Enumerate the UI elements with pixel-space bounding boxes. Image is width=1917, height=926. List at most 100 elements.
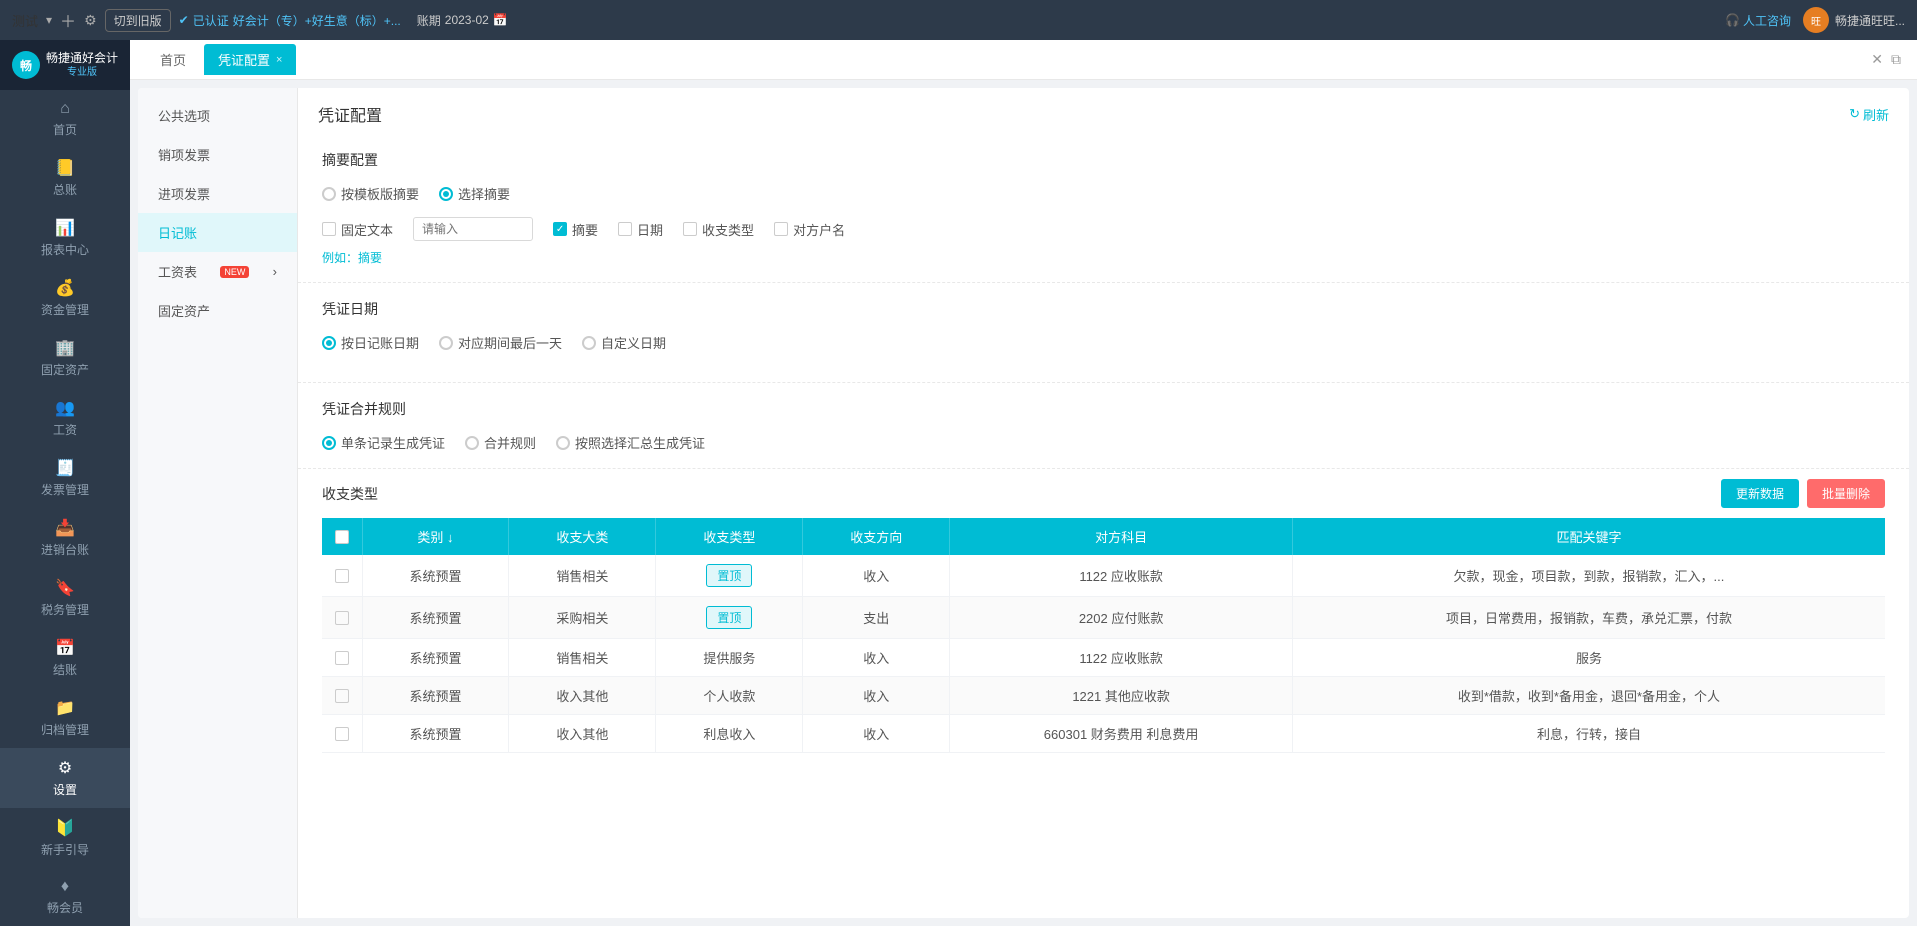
radio-circle-single	[322, 436, 336, 450]
sidebar-item-archive[interactable]: 📁 归档管理	[0, 688, 130, 748]
radio-single[interactable]: 单条记录生成凭证	[322, 433, 445, 452]
income-expense-title: 收支类型	[322, 484, 378, 504]
topbar-gear-icon[interactable]: ⚙	[84, 12, 97, 29]
th-checkbox[interactable]	[322, 518, 362, 555]
sidebar-item-tax[interactable]: 🔖 税务管理	[0, 568, 130, 628]
merge-radio-group: 单条记录生成凭证 合并规则 按照选择汇总生成凭证	[322, 433, 1885, 452]
cell-direction: 收入	[803, 677, 950, 715]
topbar-period: 账期 2023-02 📅	[417, 12, 508, 29]
sidebar-item-ledger[interactable]: 📒 总账	[0, 148, 130, 208]
left-nav-payroll-sheet[interactable]: 工资表 NEW ›	[138, 252, 297, 291]
tabs-close-button[interactable]: ✕	[1871, 51, 1883, 68]
checkbox-counterparty[interactable]: 对方户名	[774, 220, 845, 239]
row-checkbox[interactable]	[322, 715, 362, 753]
row-checkbox[interactable]	[322, 597, 362, 639]
left-nav-purchase-invoice[interactable]: 进项发票	[138, 174, 297, 213]
funds-icon: 💰	[55, 278, 75, 298]
left-nav-public[interactable]: 公共选项	[138, 96, 297, 135]
page-content: 公共选项 销项发票 进项发票 日记账 工资表 NEW › 固定资产	[138, 88, 1909, 918]
topbar-dropdown-icon[interactable]: ▾	[46, 13, 52, 27]
radio-select-summary[interactable]: 选择摘要	[439, 184, 510, 203]
sidebar-item-purchase[interactable]: 📥 进销台账	[0, 508, 130, 568]
fixed-text-input[interactable]	[413, 217, 533, 241]
sidebar-item-assets[interactable]: 🏢 固定资产	[0, 328, 130, 388]
sidebar-item-member[interactable]: ♦ 畅会员	[0, 868, 130, 926]
income-expense-section: 收支类型 更新数据 批量删除 类别 ↓	[298, 469, 1909, 753]
radio-period-last[interactable]: 对应期间最后一天	[439, 333, 562, 352]
summary-radio-group: 按模板版摘要 选择摘要	[322, 184, 1885, 203]
service-button[interactable]: 🎧 人工咨询	[1725, 12, 1791, 29]
row-check-box[interactable]	[335, 689, 349, 703]
sidebar: 畅 畅捷通好会计 专业版 ⌂ 首页 📒 总账 📊 报表中心 💰 资金管理 🏢 固…	[0, 40, 130, 926]
row-checkbox[interactable]	[322, 677, 362, 715]
sidebar-item-newbie[interactable]: 🔰 新手引导	[0, 808, 130, 868]
sidebar-item-payroll[interactable]: 👥 工资	[0, 388, 130, 448]
voucher-date-radio-group: 按日记账日期 对应期间最后一天 自定义日期	[322, 333, 1885, 352]
checkbox-type[interactable]: 收支类型	[683, 220, 754, 239]
cell-type: 个人收款	[656, 677, 803, 715]
row-checkbox[interactable]	[322, 555, 362, 597]
sidebar-item-home[interactable]: ⌂ 首页	[0, 90, 130, 148]
row-check-box[interactable]	[335, 727, 349, 741]
tabs-bar: 首页 凭证配置 × ✕ ⧉	[130, 40, 1917, 80]
sidebar-item-funds[interactable]: 💰 资金管理	[0, 268, 130, 328]
page-header: 凭证配置 ↻ 刷新	[298, 88, 1909, 134]
logo-text: 畅捷通好会计 专业版	[46, 51, 118, 80]
radio-merge[interactable]: 合并规则	[465, 433, 536, 452]
update-data-button[interactable]: 更新数据	[1721, 479, 1799, 508]
user-name[interactable]: 畅捷通旺旺...	[1835, 12, 1905, 29]
refresh-icon: ↻	[1849, 106, 1860, 122]
sidebar-item-close[interactable]: 📅 结账	[0, 628, 130, 688]
row-check-box[interactable]	[335, 569, 349, 583]
left-nav-journal[interactable]: 日记账	[138, 213, 297, 252]
cell-keywords: 收到*借款，收到*备用金，退回*备用金，个人	[1292, 677, 1885, 715]
batch-delete-button[interactable]: 批量删除	[1807, 479, 1885, 508]
cell-account: 1122 应收账款	[950, 639, 1293, 677]
checkbox-summary[interactable]: ✓ 摘要	[553, 220, 598, 239]
settings-icon: ⚙	[58, 758, 72, 778]
left-nav-fixed-assets[interactable]: 固定资产	[138, 291, 297, 330]
tab-voucher-config[interactable]: 凭证配置 ×	[204, 44, 296, 75]
checkbox-date[interactable]: 日期	[618, 220, 663, 239]
checkbox-box-type	[683, 222, 697, 236]
avatar: 旺	[1803, 7, 1829, 33]
th-major: 收支大类	[509, 518, 656, 555]
refresh-button[interactable]: ↻ 刷新	[1849, 105, 1889, 124]
calendar-icon[interactable]: 📅	[493, 13, 508, 27]
tab-home[interactable]: 首页	[146, 44, 200, 75]
row-check-box[interactable]	[335, 611, 349, 625]
tabs-restore-button[interactable]: ⧉	[1891, 51, 1901, 68]
checkbox-fixed-text[interactable]: 固定文本	[322, 220, 393, 239]
radio-template-summary[interactable]: 按模板版摘要	[322, 184, 419, 203]
close-period-icon: 📅	[55, 638, 75, 658]
assets-icon: 🏢	[55, 338, 75, 358]
topbar-add-icon[interactable]: ＋	[60, 8, 76, 32]
member-icon: ♦	[61, 878, 69, 896]
th-direction: 收支方向	[803, 518, 950, 555]
check-icon: ✔	[179, 13, 189, 27]
sidebar-item-reports[interactable]: 📊 报表中心	[0, 208, 130, 268]
archive-icon: 📁	[55, 698, 75, 718]
cell-keywords: 欠款，现金，项目款，到款，报销款，汇入，...	[1292, 555, 1885, 597]
cell-account: 660301 财务费用 利息费用	[950, 715, 1293, 753]
switch-version-button[interactable]: 切到旧版	[105, 9, 171, 32]
main-layout: 畅 畅捷通好会计 专业版 ⌂ 首页 📒 总账 📊 报表中心 💰 资金管理 🏢 固…	[0, 40, 1917, 926]
radio-select-merge[interactable]: 按照选择汇总生成凭证	[556, 433, 705, 452]
income-expense-table: 类别 ↓ 收支大类 收支类型 收支方向 对方科目 匹配关键字 系统预置	[322, 518, 1885, 753]
cell-major: 销售相关	[509, 555, 656, 597]
cell-category: 系统预置	[362, 597, 509, 639]
select-all-checkbox[interactable]	[335, 530, 349, 544]
radio-circle-template	[322, 187, 336, 201]
tax-icon: 🔖	[55, 578, 75, 598]
left-nav-sales-invoice[interactable]: 销项发票	[138, 135, 297, 174]
radio-journal-date[interactable]: 按日记账日期	[322, 333, 419, 352]
sidebar-item-settings[interactable]: ⚙ 设置	[0, 748, 130, 808]
table-header: 收支类型 更新数据 批量删除	[298, 469, 1909, 518]
radio-custom-date[interactable]: 自定义日期	[582, 333, 666, 352]
topbar-title: 测试	[12, 11, 38, 30]
row-check-box[interactable]	[335, 651, 349, 665]
row-checkbox[interactable]	[322, 639, 362, 677]
logo: 畅 畅捷通好会计 专业版	[0, 40, 130, 90]
tab-close-icon[interactable]: ×	[276, 54, 282, 66]
sidebar-item-invoice-mgmt[interactable]: 🧾 发票管理	[0, 448, 130, 508]
